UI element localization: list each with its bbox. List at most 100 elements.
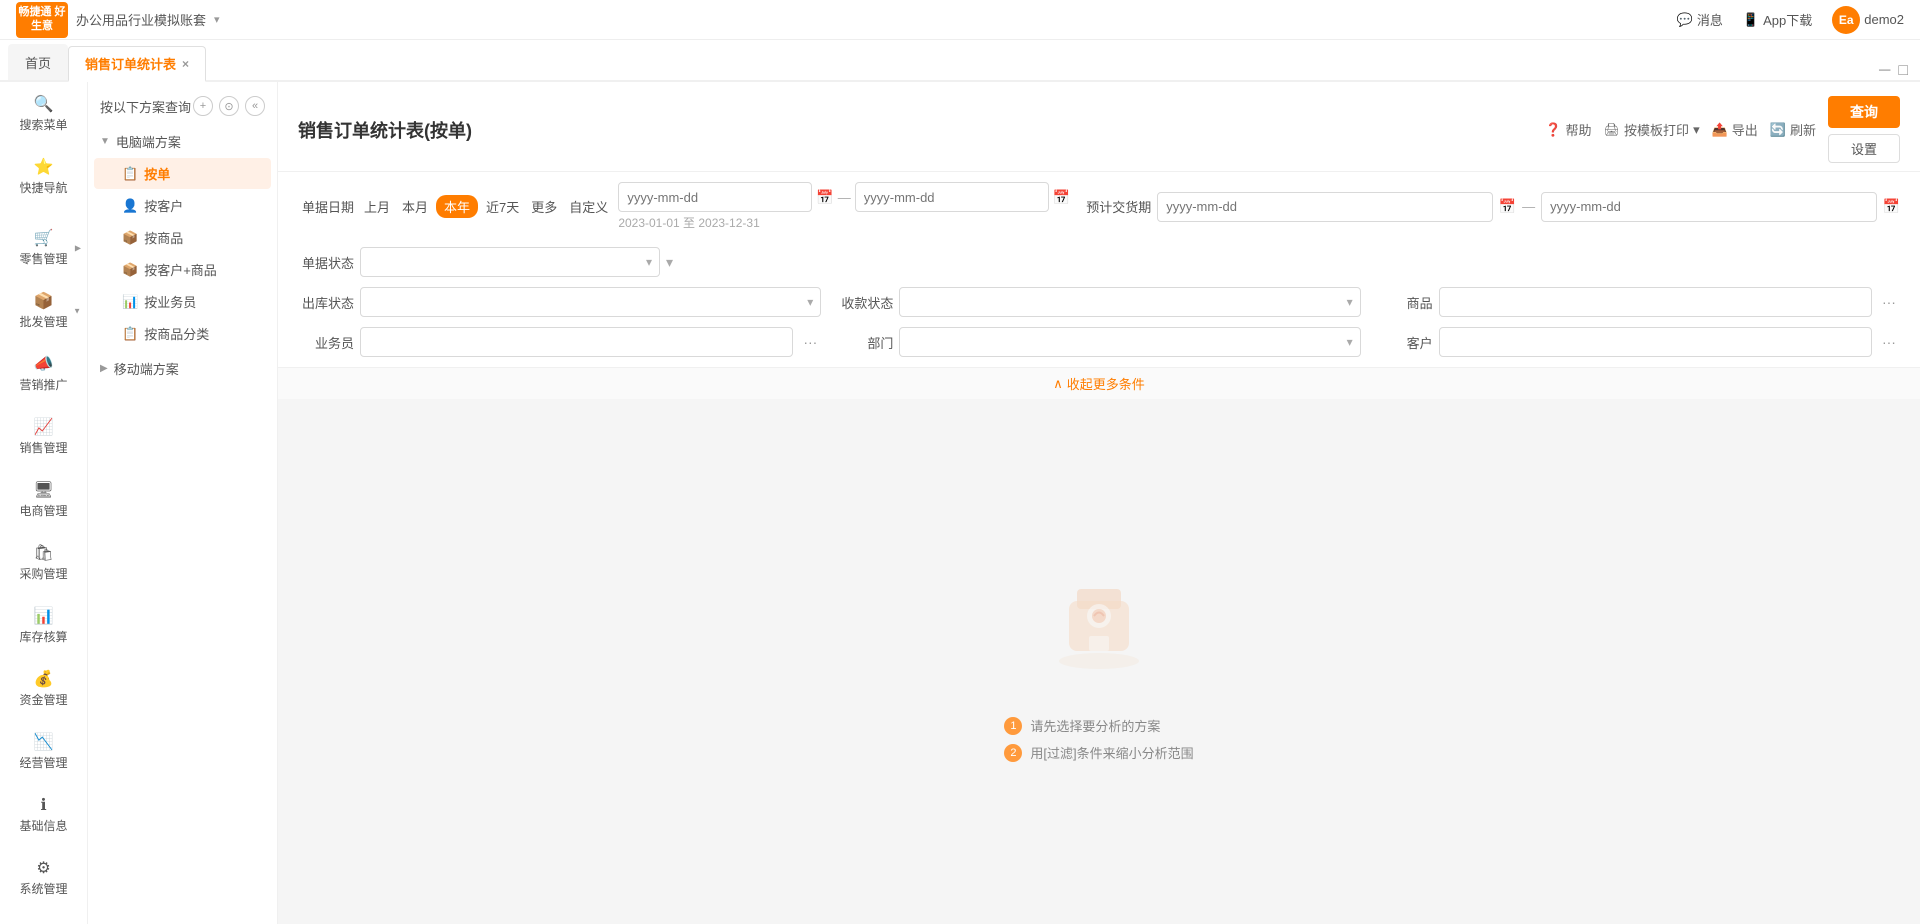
plan-salesman-icon: 📊 <box>122 294 138 310</box>
plan-category-icon: 📋 <box>122 326 138 342</box>
goods-input[interactable] <box>1439 287 1872 317</box>
filter-row-2: 出库状态 全部 收款状态 <box>298 287 1900 317</box>
plan-category-label: 按商品分类 <box>144 324 209 343</box>
username: demo2 <box>1864 12 1904 27</box>
message-label: 消息 <box>1697 10 1723 29</box>
print-icon: 🖨 <box>1604 122 1621 138</box>
content-area: 按以下方案查询 + ⊙ « ▼ 电脑端方案 📋 按单 👤 按 <box>88 82 1920 924</box>
search-icon: 🔍 <box>34 94 54 114</box>
print-btn[interactable]: 🖨 按模板打印 ▾ <box>1604 120 1700 139</box>
goods-more-btn[interactable]: ··· <box>1878 294 1900 310</box>
pc-plan-section: ▼ 电脑端方案 📋 按单 👤 按客户 📦 按商品 📦 按客户+商品 <box>88 126 277 349</box>
page-title: 销售订单统计表(按单) <box>298 117 472 143</box>
sidebar-item-shortcuts[interactable]: ⭐ 快捷导航 <box>0 145 87 208</box>
collapse-panel-btn[interactable]: « <box>245 96 265 116</box>
delivery-end-input[interactable] <box>1541 192 1876 222</box>
minimize-btn[interactable]: ─ <box>1879 62 1890 80</box>
sidebar-item-ecommerce[interactable]: 🖥 电商管理 <box>0 468 87 531</box>
sidebar-item-search[interactable]: 🔍 搜索菜单 <box>0 82 87 145</box>
logo-text: 畅捷通 好生意 <box>16 6 68 32</box>
sidebar-item-label: 销售管理 <box>19 439 67 456</box>
ship-status-select[interactable]: 全部 <box>360 287 821 317</box>
sidebar-item-sales[interactable]: 📈 销售管理 <box>0 405 87 468</box>
date-inputs: 📅 — 📅 <box>618 182 1070 212</box>
delivery-start-input[interactable] <box>1157 192 1492 222</box>
tab-close-btn[interactable]: × <box>182 57 189 71</box>
sidebar-item-finance[interactable]: 💰 资金管理 <box>0 657 87 720</box>
plan-item-customer-goods[interactable]: 📦 按客户+商品 <box>94 254 271 285</box>
shortcut-this-year[interactable]: 本年 <box>436 195 478 218</box>
customer-more-btn[interactable]: ··· <box>1878 334 1900 350</box>
app-dropdown-arrow[interactable]: ▾ <box>214 13 220 26</box>
sidebar-item-retail[interactable]: 🛒 零售管理 <box>0 216 87 279</box>
refresh-btn[interactable]: 🔄 刷新 <box>1770 120 1816 139</box>
left-panel-header: 按以下方案查询 + ⊙ « <box>88 90 277 122</box>
order-status-select[interactable]: 全部 <box>360 247 660 277</box>
settings-plan-btn[interactable]: ⊙ <box>219 96 239 116</box>
plan-item-category[interactable]: 📋 按商品分类 <box>94 318 271 349</box>
plan-item-goods[interactable]: 📦 按商品 <box>94 222 271 253</box>
sidebar-item-enterprise[interactable]: 🤝 企业协同 <box>0 909 87 924</box>
order-status-expand-icon[interactable]: ▾ <box>666 254 673 271</box>
sidebar-item-label: 电商管理 <box>19 502 67 519</box>
order-status-select-wrapper: 全部 <box>360 247 660 277</box>
goods-group: 商品 ··· <box>1377 287 1900 317</box>
salesman-input[interactable] <box>360 327 793 357</box>
department-select[interactable]: 全部 <box>899 327 1360 357</box>
payment-status-select[interactable]: 全部 <box>899 287 1360 317</box>
app-download-btn[interactable]: 📱 App下载 <box>1743 10 1812 29</box>
empty-tips: 1 请先选择要分析的方案 2 用[过滤]条件来缩小分析范围 <box>1004 716 1193 762</box>
plan-goods-icon: 📦 <box>122 230 138 246</box>
maximize-btn[interactable]: □ <box>1898 62 1908 80</box>
user-profile[interactable]: Ea demo2 <box>1832 6 1904 34</box>
settings-btn[interactable]: 设置 <box>1828 134 1900 163</box>
tab-home[interactable]: 首页 <box>8 44 68 80</box>
sidebar-item-wholesale[interactable]: 📦 批发管理 <box>0 279 87 342</box>
app-title: 办公用品行业模拟账套 <box>76 10 206 29</box>
calendar-end-icon[interactable]: 📅 <box>1053 189 1070 206</box>
shortcut-custom[interactable]: 自定义 <box>565 195 612 218</box>
plan-item-customer[interactable]: 👤 按客户 <box>94 190 271 221</box>
sidebar-item-marketing[interactable]: 📣 营销推广 <box>0 342 87 405</box>
filter-row-3: 业务员 ··· 部门 全部 <box>298 327 1900 357</box>
message-icon: 💬 <box>1677 12 1693 28</box>
sidebar-item-operations[interactable]: 📉 经营管理 <box>0 720 87 783</box>
collapse-btn-area[interactable]: ∧ 收起更多条件 <box>278 367 1920 399</box>
plan-cg-label: 按客户+商品 <box>144 260 217 279</box>
purchase-icon: 🛍 <box>33 543 53 563</box>
add-plan-btn[interactable]: + <box>193 96 213 116</box>
left-panel-actions: + ⊙ « <box>193 96 265 116</box>
sidebar-item-purchase[interactable]: 🛍 采购管理 <box>0 531 87 594</box>
date-range-info: 2023-01-01 至 2023-12-31 <box>618 214 1070 231</box>
export-btn[interactable]: 📤 导出 <box>1712 120 1758 139</box>
plan-item-order[interactable]: 📋 按单 <box>94 158 271 189</box>
date-start-input[interactable] <box>618 182 812 212</box>
delivery-calendar-start-icon[interactable]: 📅 <box>1499 198 1516 215</box>
pc-plan-header[interactable]: ▼ 电脑端方案 <box>88 126 277 157</box>
download-icon: 📱 <box>1743 12 1759 28</box>
calendar-start-icon[interactable]: 📅 <box>816 189 833 206</box>
shortcut-more[interactable]: 更多 <box>527 195 561 218</box>
sidebar-item-inventory[interactable]: 📊 库存核算 <box>0 594 87 657</box>
customer-input[interactable] <box>1439 327 1872 357</box>
order-status-group: 单据状态 全部 ▾ <box>298 247 1900 277</box>
plan-item-salesman[interactable]: 📊 按业务员 <box>94 286 271 317</box>
date-end-input[interactable] <box>855 182 1049 212</box>
delivery-calendar-end-icon[interactable]: 📅 <box>1883 198 1900 215</box>
sidebar-item-label: 采购管理 <box>19 565 67 582</box>
tab-sales-order-stats[interactable]: 销售订单统计表 × <box>68 46 206 82</box>
help-btn[interactable]: ❓ 帮助 <box>1545 120 1591 139</box>
refresh-icon: 🔄 <box>1770 122 1786 138</box>
topbar-left: 畅捷通 好生意 办公用品行业模拟账套 ▾ <box>16 2 220 38</box>
search-btn[interactable]: 查询 <box>1828 96 1900 128</box>
salesman-more-btn[interactable]: ··· <box>799 334 821 350</box>
shortcut-this-month[interactable]: 本月 <box>398 195 432 218</box>
download-label: App下载 <box>1763 10 1812 29</box>
message-btn[interactable]: 💬 消息 <box>1677 10 1723 29</box>
delivery-date-sep: — <box>1522 199 1535 214</box>
shortcut-last-7[interactable]: 近7天 <box>482 195 523 218</box>
sidebar-item-system[interactable]: ⚙ 系统管理 <box>0 846 87 909</box>
mobile-plan-header[interactable]: ▶ 移动端方案 <box>88 353 277 384</box>
shortcut-last-month[interactable]: 上月 <box>360 195 394 218</box>
sidebar-item-basics[interactable]: ℹ 基础信息 <box>0 783 87 846</box>
